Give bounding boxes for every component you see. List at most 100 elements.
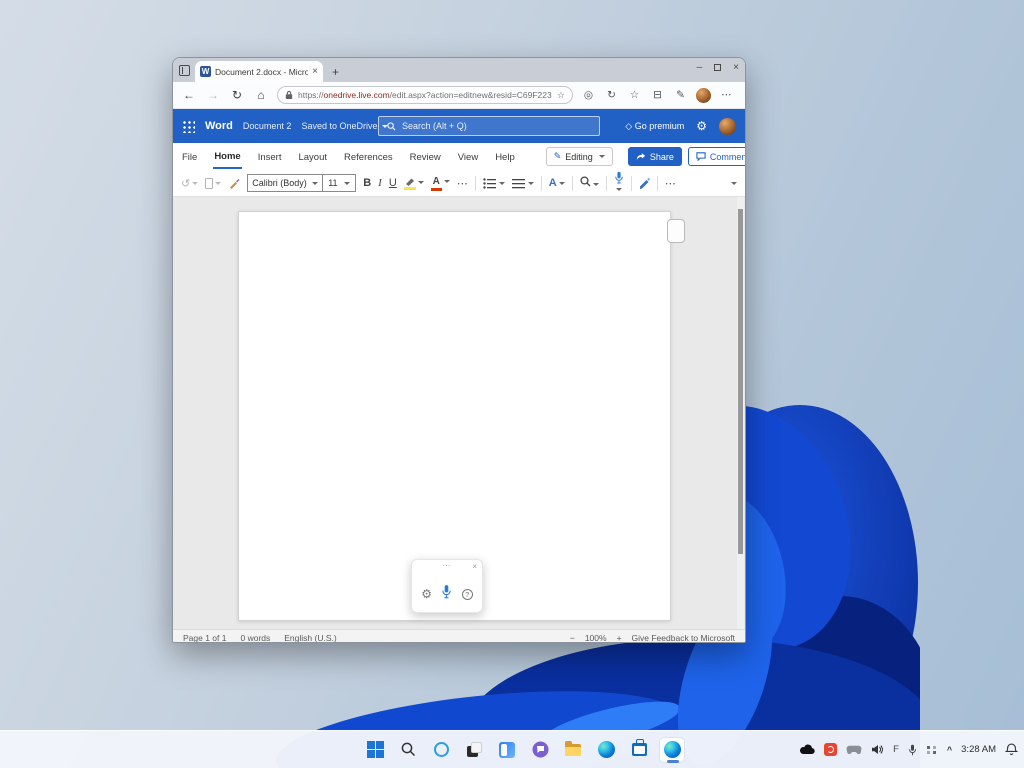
widgets-button[interactable]	[494, 737, 520, 763]
zoom-out-button[interactable]: −	[570, 633, 575, 643]
browser-profile-avatar[interactable]	[696, 87, 711, 103]
tab-help[interactable]: Help	[494, 146, 516, 168]
close-button[interactable]: ×	[733, 62, 739, 73]
line-spacing-icon	[511, 178, 525, 188]
microphone-icon	[442, 585, 452, 599]
bullets-button[interactable]	[483, 177, 496, 189]
address-bar[interactable]: https://onedrive.live.com/edit.aspx?acti…	[277, 86, 573, 104]
search-icon	[401, 742, 415, 757]
collapse-ribbon-icon[interactable]	[731, 181, 737, 185]
edge-button[interactable]	[593, 737, 619, 763]
tray-pen-indicator[interactable]: F	[893, 744, 899, 755]
find-button[interactable]	[580, 176, 599, 190]
home-icon[interactable]: ⌂	[253, 88, 269, 102]
document-name[interactable]: Document 2	[243, 121, 292, 131]
editor-icon[interactable]	[639, 177, 650, 189]
clock[interactable]: 3:28 AM	[961, 744, 996, 755]
format-painter-icon[interactable]	[228, 177, 240, 189]
refresh-icon[interactable]: ↻	[229, 88, 245, 102]
dictation-settings-icon[interactable]: ⚙	[421, 588, 432, 600]
editing-mode-dropdown[interactable]: ✎ Editing	[545, 147, 613, 166]
read-aloud-icon[interactable]: ◎	[581, 89, 596, 101]
paste-button[interactable]	[205, 177, 222, 189]
feedback-link[interactable]: Give Feedback to Microsoft	[632, 633, 735, 643]
task-view-button[interactable]	[461, 737, 487, 763]
underline-button[interactable]: U	[389, 177, 397, 189]
tray-expand-icon[interactable]: ^	[947, 745, 952, 755]
styles-button[interactable]: A	[549, 177, 565, 189]
file-explorer-button[interactable]	[560, 737, 586, 763]
microsoft-store-button[interactable]	[626, 737, 652, 763]
dictate-button[interactable]	[614, 171, 624, 196]
microphone-icon	[615, 171, 623, 184]
maximize-button[interactable]	[714, 64, 722, 71]
settings-gear-icon[interactable]: ⚙	[696, 120, 707, 132]
font-size-dropdown[interactable]: 11	[323, 178, 355, 188]
onedrive-cloud-icon[interactable]	[799, 744, 815, 755]
favorites-bar-icon[interactable]: ☆	[627, 89, 642, 101]
collections-icon[interactable]: ⊟	[650, 89, 665, 101]
sync-icon[interactable]: ↻	[604, 89, 619, 101]
chat-button[interactable]	[527, 737, 553, 763]
word-count[interactable]: 0 words	[240, 633, 270, 643]
notifications-bell-icon[interactable]	[1005, 743, 1018, 756]
minimize-button[interactable]: –	[697, 62, 703, 73]
tab-file[interactable]: File	[181, 146, 198, 168]
account-avatar[interactable]	[719, 117, 736, 135]
share-button[interactable]: Share	[627, 147, 682, 166]
tab-actions-button[interactable]	[173, 59, 195, 81]
xbox-gamebar-icon[interactable]	[846, 745, 862, 755]
start-button[interactable]	[362, 737, 388, 763]
zoom-in-button[interactable]: +	[617, 633, 622, 643]
edge-running-button[interactable]	[659, 736, 685, 763]
language-indicator[interactable]: English (U.S.)	[284, 633, 336, 643]
font-name-dropdown[interactable]: Calibri (Body)	[248, 178, 322, 188]
back-icon[interactable]: ←	[181, 88, 197, 102]
zoom-level[interactable]: 100%	[585, 633, 607, 643]
tab-close-icon[interactable]: ×	[312, 66, 318, 77]
comment-margin-button[interactable]	[667, 219, 685, 243]
more-commands-button[interactable]: ⋯	[665, 177, 676, 190]
browser-tab[interactable]: W Document 2.docx - Microsoft ×	[195, 61, 323, 82]
save-status[interactable]: Saved to OneDrive	[301, 121, 389, 131]
more-font-options-button[interactable]: ⋯	[457, 177, 468, 190]
go-premium-button[interactable]: ◇ Go premium	[625, 121, 684, 132]
scrollbar[interactable]	[737, 197, 744, 629]
forward-icon[interactable]: →	[205, 88, 221, 102]
font-color-button[interactable]: A	[430, 175, 450, 191]
tab-review[interactable]: Review	[409, 146, 442, 168]
scrollbar-thumb[interactable]	[738, 209, 743, 554]
dictation-help-icon[interactable]: ?	[461, 588, 473, 600]
tab-view[interactable]: View	[457, 146, 479, 168]
line-spacing-button[interactable]	[511, 178, 525, 189]
web-capture-icon[interactable]: ✎	[673, 89, 688, 101]
bold-button[interactable]: B	[363, 177, 371, 189]
dictation-close-icon[interactable]: ×	[472, 562, 477, 571]
network-icon[interactable]	[926, 745, 938, 755]
tab-references[interactable]: References	[343, 146, 394, 168]
search-input[interactable]: Search (Alt + Q)	[378, 116, 600, 136]
word-app-name[interactable]: Word	[205, 120, 233, 132]
volume-icon[interactable]	[871, 744, 884, 755]
favorites-icon[interactable]: ☆	[557, 90, 565, 101]
edge-icon	[597, 741, 615, 758]
page-count[interactable]: Page 1 of 1	[183, 633, 226, 643]
tab-insert[interactable]: Insert	[257, 146, 283, 168]
tab-layout[interactable]: Layout	[297, 146, 328, 168]
tray-microphone-icon[interactable]	[908, 744, 917, 756]
lock-icon	[285, 90, 293, 99]
comments-button[interactable]: Comments	[687, 147, 745, 166]
undo-button[interactable]: ↺	[181, 177, 199, 190]
tab-home[interactable]: Home	[213, 145, 242, 169]
widgets-icon	[499, 741, 515, 758]
highlight-button[interactable]	[403, 177, 424, 190]
dictation-toolbar: ⋯ × ⚙ ?	[411, 559, 483, 613]
dictation-mic-button[interactable]	[441, 584, 452, 604]
app-launcher-icon[interactable]	[182, 119, 195, 133]
cortana-button[interactable]	[428, 737, 454, 763]
italic-button[interactable]: I	[378, 177, 382, 189]
new-tab-button[interactable]: +	[332, 65, 339, 79]
browser-menu-icon[interactable]: ⋯	[719, 89, 734, 101]
search-button[interactable]	[395, 737, 421, 763]
tray-app-icon[interactable]	[824, 743, 838, 756]
